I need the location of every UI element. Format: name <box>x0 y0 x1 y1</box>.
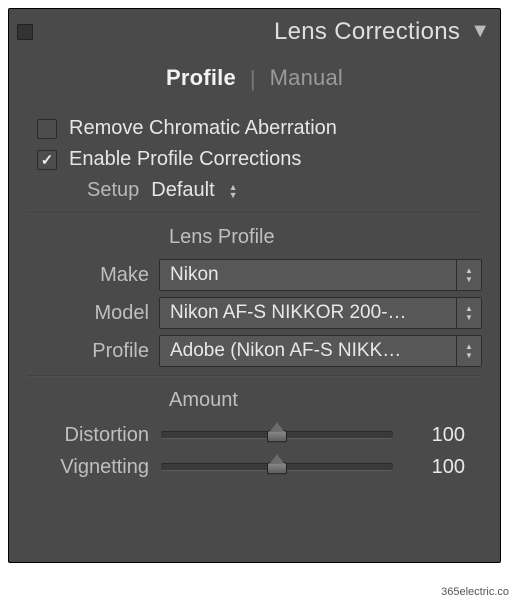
collapse-triangle-icon[interactable]: ▼ <box>470 21 490 41</box>
panel-handle[interactable] <box>17 24 33 40</box>
lens-corrections-panel: Lens Corrections ▼ Profile | Manual Remo… <box>8 8 501 563</box>
row-profile: Profile Adobe (Nikon AF-S NIKK… ▲▼ <box>27 335 482 367</box>
setup-value[interactable]: Default <box>151 179 214 202</box>
divider-2 <box>27 375 482 377</box>
setup-label: Setup <box>87 179 139 202</box>
make-dropdown-arrow-icon: ▲▼ <box>456 260 481 290</box>
model-value: Nikon AF-S NIKKOR 200-… <box>170 302 407 324</box>
row-remove-chromatic: Remove Chromatic Aberration <box>37 117 482 140</box>
model-dropdown[interactable]: Nikon AF-S NIKKOR 200-… ▲▼ <box>159 297 482 329</box>
lens-profile-header: Lens Profile <box>169 226 482 249</box>
make-value: Nikon <box>170 264 219 286</box>
model-label: Model <box>27 302 149 325</box>
row-model: Model Nikon AF-S NIKKOR 200-… ▲▼ <box>27 297 482 329</box>
tab-separator: | <box>250 66 256 92</box>
vignetting-slider[interactable] <box>161 454 393 480</box>
panel-title-bar: Lens Corrections ▼ <box>9 9 500 55</box>
tab-profile[interactable]: Profile <box>166 65 236 91</box>
vignetting-label: Vignetting <box>27 456 149 479</box>
make-dropdown[interactable]: Nikon ▲▼ <box>159 259 482 291</box>
amount-header: Amount <box>169 389 482 412</box>
panel-content: Remove Chromatic Aberration Enable Profi… <box>9 111 500 486</box>
make-label: Make <box>27 264 149 287</box>
row-make: Make Nikon ▲▼ <box>27 259 482 291</box>
checkbox-enable-profile[interactable] <box>37 150 57 170</box>
tab-bar: Profile | Manual <box>9 55 500 111</box>
divider-1 <box>27 212 482 214</box>
distortion-slider[interactable] <box>161 422 393 448</box>
setup-stepper-icon[interactable]: ▲▼ <box>229 183 238 199</box>
profile-label: Profile <box>27 340 149 363</box>
distortion-value[interactable]: 100 <box>405 424 465 447</box>
checkbox-remove-chromatic[interactable] <box>37 119 57 139</box>
distortion-knob[interactable] <box>267 430 287 442</box>
vignetting-knob[interactable] <box>267 462 287 474</box>
label-enable-profile: Enable Profile Corrections <box>69 148 301 171</box>
tab-manual[interactable]: Manual <box>270 65 343 91</box>
panel-title: Lens Corrections <box>274 18 460 46</box>
row-distortion: Distortion 100 <box>27 422 482 448</box>
profile-value: Adobe (Nikon AF-S NIKK… <box>170 340 401 362</box>
watermark: 365electric.co <box>441 586 509 598</box>
profile-dropdown[interactable]: Adobe (Nikon AF-S NIKK… ▲▼ <box>159 335 482 367</box>
row-enable-profile: Enable Profile Corrections <box>37 148 482 171</box>
vignetting-value[interactable]: 100 <box>405 456 465 479</box>
distortion-label: Distortion <box>27 424 149 447</box>
setup-row: Setup Default ▲▼ <box>87 179 482 202</box>
profile-dropdown-arrow-icon: ▲▼ <box>456 336 481 366</box>
label-remove-chromatic: Remove Chromatic Aberration <box>69 117 337 140</box>
row-vignetting: Vignetting 100 <box>27 454 482 480</box>
model-dropdown-arrow-icon: ▲▼ <box>456 298 481 328</box>
